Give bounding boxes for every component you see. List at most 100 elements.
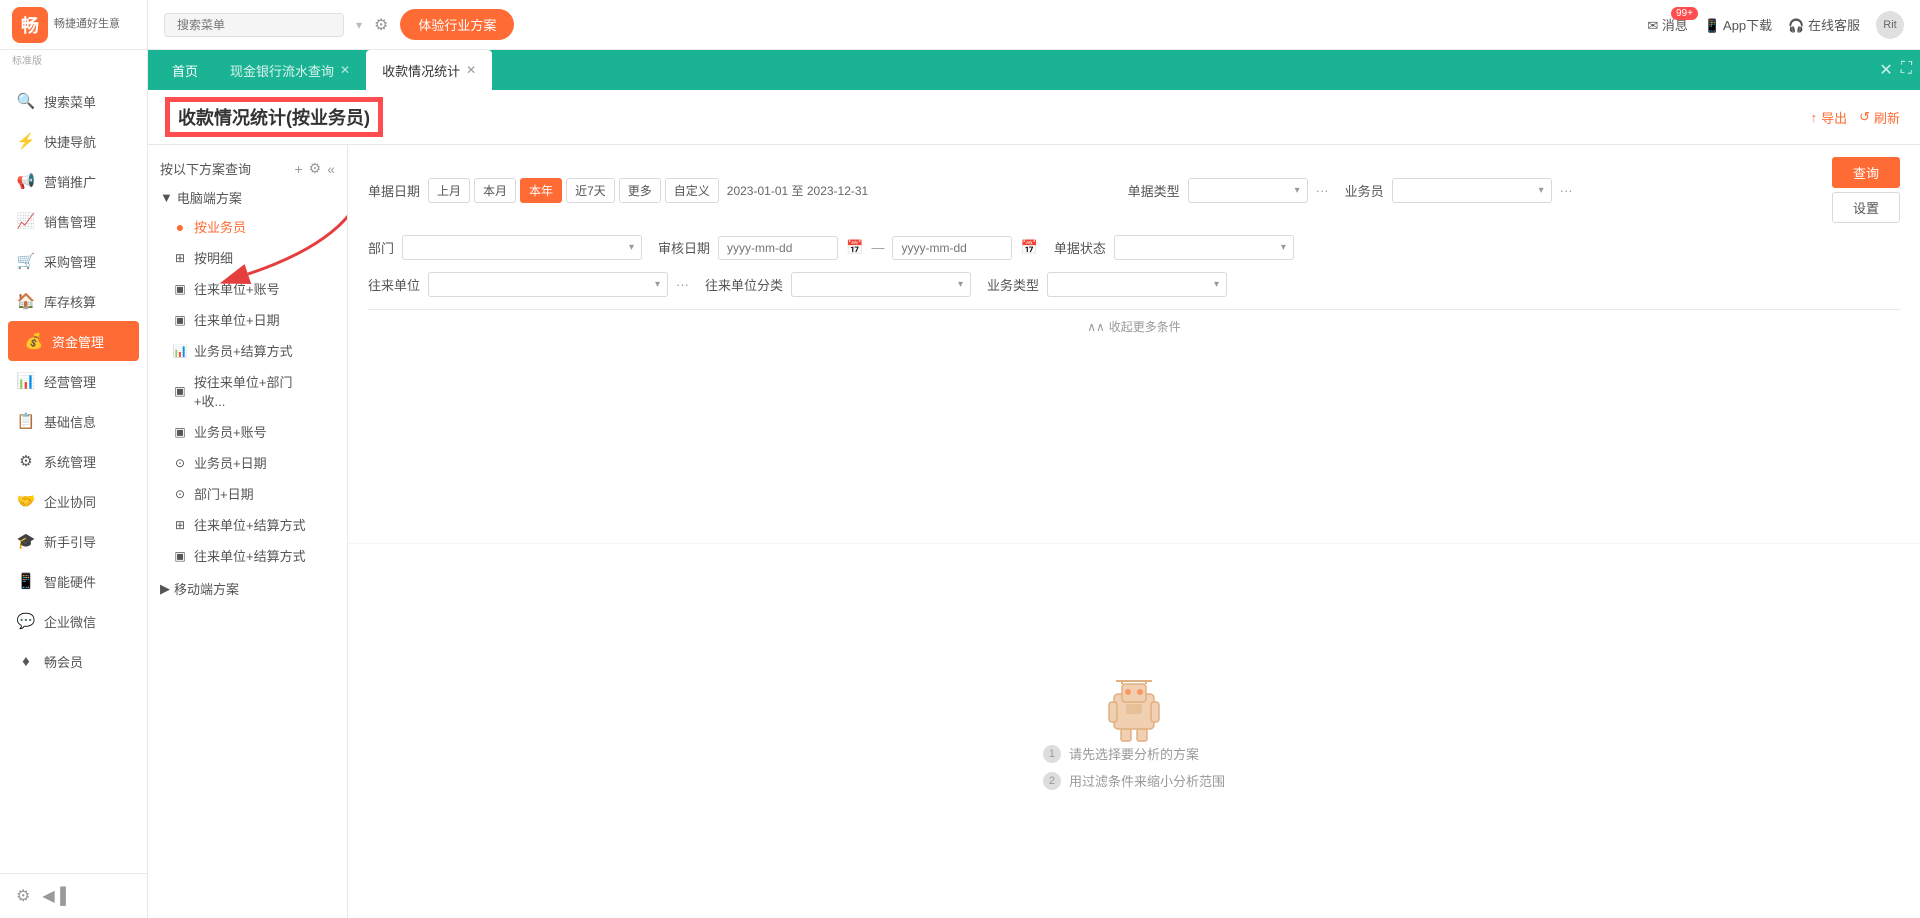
- counterparty-category-select[interactable]: [791, 272, 971, 297]
- voucher-type-select-wrap: [1188, 178, 1308, 203]
- date-this-month-btn[interactable]: 本月: [474, 178, 516, 203]
- settings-footer-icon[interactable]: ⚙: [16, 886, 30, 906]
- scheme-item-partner-settlement2[interactable]: ▣ 往来单位+结算方式: [148, 540, 347, 571]
- scheme-group-pc-header[interactable]: ▼ 电脑端方案: [148, 184, 347, 211]
- collapse-bar[interactable]: ∧∧ 收起更多条件: [368, 309, 1900, 343]
- business-type-select-wrap: [1047, 272, 1227, 297]
- filter-salesperson-item: 业务员 ···: [1345, 178, 1573, 203]
- topbar-gear-icon[interactable]: ⚙: [374, 15, 388, 35]
- audit-date-start-input[interactable]: [718, 236, 838, 260]
- collapse-icon: ∧∧: [1087, 320, 1105, 334]
- scheme-settings-button[interactable]: ⚙: [309, 160, 322, 177]
- close-bank-flow-icon[interactable]: ✕: [340, 63, 350, 77]
- sidebar-item-hardware[interactable]: 📱 智能硬件: [0, 561, 147, 601]
- app-download-button[interactable]: 📱 App下载: [1704, 15, 1772, 34]
- collapse-sidebar-icon[interactable]: ◀▐: [42, 886, 66, 906]
- counterparty-category-label: 往来单位分类: [705, 275, 783, 294]
- edition-label: 标准版: [0, 50, 147, 73]
- refresh-button[interactable]: ↺ 刷新: [1859, 108, 1900, 127]
- audit-date-end-input[interactable]: [892, 236, 1012, 260]
- sidebar-item-finance[interactable]: 💰 资金管理: [8, 321, 139, 361]
- tab-bank-flow[interactable]: 现金银行流水查询 ✕: [214, 50, 366, 90]
- business-type-select[interactable]: [1047, 272, 1227, 297]
- sidebar-item-inventory[interactable]: 🏠 库存核算: [0, 281, 147, 321]
- close-collection-stats-icon[interactable]: ✕: [466, 63, 476, 77]
- calendar-end-icon[interactable]: 📅: [1020, 239, 1037, 256]
- scheme-collapse-button[interactable]: «: [327, 161, 335, 177]
- sidebar-item-system[interactable]: ⚙ 系统管理: [0, 441, 147, 481]
- sidebar-item-quicknav[interactable]: ⚡ 快捷导航: [0, 121, 147, 161]
- scheme-item-salesperson-date[interactable]: ⊙ 业务员+日期: [148, 447, 347, 478]
- scheme-group-pc: ▼ 电脑端方案 ● 按业务员 ⊞ 按明细 ▣ 往来单位+账号: [148, 184, 347, 571]
- window-close-icon[interactable]: ✕: [1879, 60, 1892, 80]
- salesperson-more-icon[interactable]: ···: [1560, 183, 1573, 198]
- salesperson-select[interactable]: [1392, 178, 1552, 203]
- messages-button[interactable]: ✉ 消息 99+: [1647, 15, 1688, 34]
- sidebar-item-guide[interactable]: 🎓 新手引导: [0, 521, 147, 561]
- counterparty-more-icon[interactable]: ···: [676, 277, 689, 292]
- sidebar-item-operations[interactable]: 📊 经营管理: [0, 361, 147, 401]
- sidebar-item-purchase[interactable]: 🛒 采购管理: [0, 241, 147, 281]
- date-this-year-btn[interactable]: 本年: [520, 178, 562, 203]
- filter-date-item: 单据日期 上月 本月 本年 近7天 更多 自定义 2023-01-01 至 20…: [368, 178, 868, 203]
- sidebar-item-sales[interactable]: 📈 销售管理: [0, 201, 147, 241]
- empty-illustration: [1094, 664, 1174, 744]
- date-7days-btn[interactable]: 近7天: [566, 178, 615, 203]
- user-avatar[interactable]: Rit: [1876, 11, 1904, 39]
- scheme-item-salesperson-account[interactable]: ▣ 业务员+账号: [148, 416, 347, 447]
- filter-counterparty-item: 往来单位 ···: [368, 272, 689, 297]
- scheme-item-partner-settlement1[interactable]: ⊞ 往来单位+结算方式: [148, 509, 347, 540]
- voucher-type-more-icon[interactable]: ···: [1316, 183, 1329, 198]
- partner-settlement2-icon: ▣: [172, 548, 188, 564]
- guide-icon: 🎓: [16, 531, 36, 551]
- calendar-start-icon[interactable]: 📅: [846, 239, 863, 256]
- purchase-icon: 🛒: [16, 251, 36, 271]
- scheme-item-by-detail[interactable]: ⊞ 按明细: [148, 242, 347, 273]
- dept-select[interactable]: [402, 235, 642, 260]
- marketing-icon: 📢: [16, 171, 36, 191]
- settings-button[interactable]: 设置: [1832, 192, 1900, 223]
- sidebar-item-basic-info[interactable]: 📋 基础信息: [0, 401, 147, 441]
- scheme-add-button[interactable]: +: [294, 161, 302, 177]
- tab-home[interactable]: 首页: [156, 50, 214, 90]
- scheme-item-by-salesperson[interactable]: ● 按业务员: [148, 211, 347, 242]
- dept-select-wrap: [402, 235, 642, 260]
- sidebar-item-marketing[interactable]: 📢 营销推广: [0, 161, 147, 201]
- salesperson-label: 业务员: [1345, 181, 1384, 200]
- scheme-group-mobile: ▶ 移动端方案: [148, 575, 347, 602]
- scheme-group-mobile-header[interactable]: ▶ 移动端方案: [148, 575, 347, 602]
- scheme-item-partner-account[interactable]: ▣ 往来单位+账号: [148, 273, 347, 304]
- counterparty-category-select-wrap: [791, 272, 971, 297]
- sidebar-item-member[interactable]: ♦ 畅会员: [0, 641, 147, 681]
- voucher-type-select[interactable]: [1188, 178, 1308, 203]
- date-more-btn[interactable]: 更多: [619, 178, 661, 203]
- sidebar-footer: ⚙ ◀▐: [0, 873, 147, 918]
- voucher-status-select[interactable]: [1114, 235, 1294, 260]
- trial-button[interactable]: 体验行业方案: [400, 9, 514, 40]
- tab-collection-stats[interactable]: 收款情况统计 ✕: [366, 50, 492, 90]
- sidebar-item-wechat[interactable]: 💬 企业微信: [0, 601, 147, 641]
- topbar-search-input[interactable]: [164, 13, 344, 37]
- detail-scheme-icon: ⊞: [172, 250, 188, 266]
- date-last-month-btn[interactable]: 上月: [428, 178, 470, 203]
- window-maximize-icon[interactable]: ⛶: [1901, 60, 1912, 80]
- scheme-item-salesperson-settlement[interactable]: 📊 业务员+结算方式: [148, 335, 347, 366]
- scheme-item-dept-date[interactable]: ⊙ 部门+日期: [148, 478, 347, 509]
- wechat-icon: 💬: [16, 611, 36, 631]
- quicknav-icon: ⚡: [16, 131, 36, 151]
- export-button[interactable]: ↑ 导出: [1811, 108, 1848, 127]
- date-label: 单据日期: [368, 181, 420, 200]
- scheme-panel-label: 按以下方案查询: [160, 159, 251, 178]
- active-scheme-icon: ●: [172, 219, 188, 235]
- date-custom-btn[interactable]: 自定义: [665, 178, 719, 203]
- sidebar-item-search[interactable]: 🔍 搜索菜单: [0, 81, 147, 121]
- logo-text: 畅捷通好生意: [54, 17, 120, 31]
- sidebar-item-collab[interactable]: 🤝 企业协同: [0, 481, 147, 521]
- scheme-item-partner-dept-collection[interactable]: ▣ 按往来单位+部门+收...: [148, 366, 347, 416]
- counterparty-select[interactable]: [428, 272, 668, 297]
- empty-step-2: 2 用过滤条件来缩小分析范围: [1043, 771, 1225, 790]
- scheme-item-partner-date[interactable]: ▣ 往来单位+日期: [148, 304, 347, 335]
- scheme-panel: 按以下方案查询 + ⚙ «: [148, 145, 348, 918]
- online-service-button[interactable]: 🎧 在线客服: [1788, 15, 1860, 34]
- query-button[interactable]: 查询: [1832, 157, 1900, 188]
